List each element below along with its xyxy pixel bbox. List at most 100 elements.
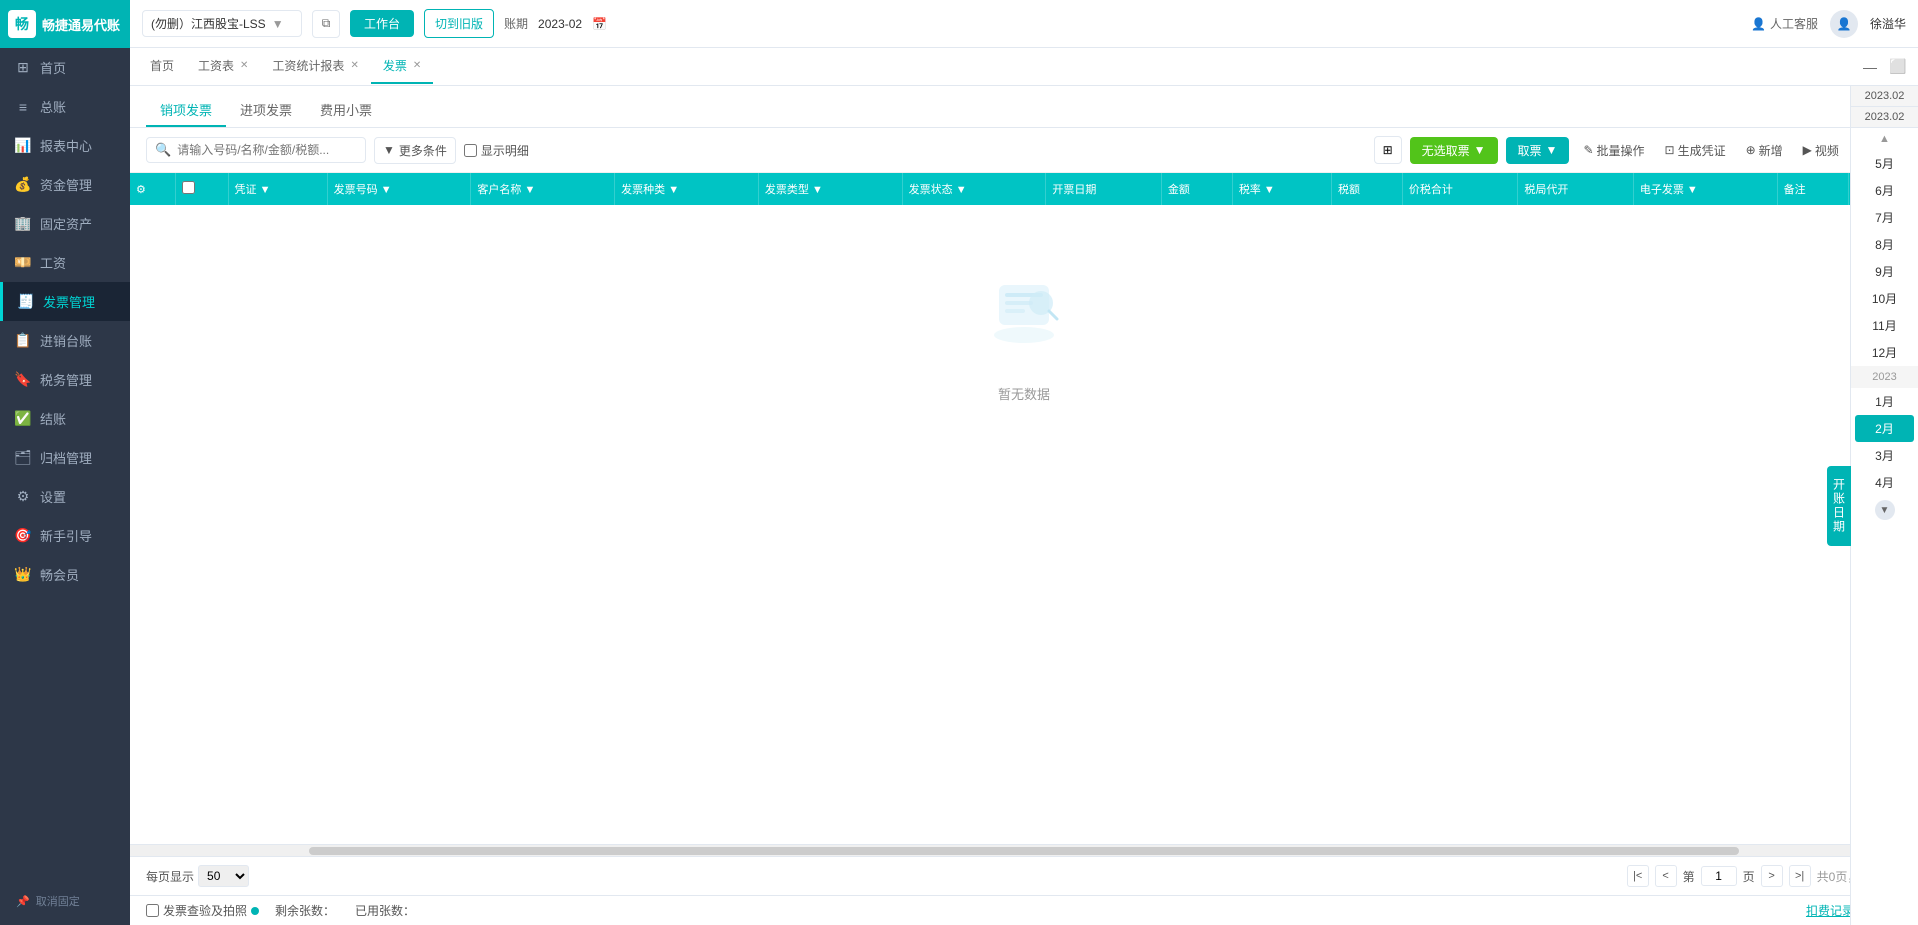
scrollbar-horizontal[interactable] [130, 844, 1918, 856]
show-detail-checkbox[interactable]: 显示明细 [464, 142, 529, 159]
col-invoice-type[interactable]: 发票种类 ▼ [615, 173, 759, 205]
take-ticket-button[interactable]: 取票 ▼ [1506, 137, 1570, 164]
tab-salary-stats-close-icon[interactable]: ✕ [350, 60, 358, 71]
support-button[interactable]: 👤 人工客服 [1751, 15, 1818, 32]
tab-salary-close-icon[interactable]: ✕ [240, 60, 248, 71]
date-panel-month-6[interactable]: 6月 [1851, 177, 1918, 204]
select-all-checkbox[interactable] [182, 181, 195, 194]
tab-minimize-button[interactable]: — [1858, 55, 1882, 79]
tab-salary-stats-label: 工资统计报表 [272, 57, 344, 74]
sidebar-item-label: 报表中心 [40, 136, 92, 155]
sidebar-item-invoice[interactable]: 🧾 发票管理 [0, 282, 130, 321]
unpin-button[interactable]: 📌 取消固定 [10, 887, 120, 915]
tab-invoice[interactable]: 发票 ✕ [371, 49, 433, 84]
verify-label: 发票查验及拍照 [146, 902, 259, 919]
tab-home[interactable]: 首页 [138, 49, 186, 84]
col-remark[interactable]: 备注 [1777, 173, 1848, 205]
page-size-dropdown[interactable]: 50 20 100 [198, 865, 249, 887]
deduction-records-link[interactable]: 扣费记录 [1806, 902, 1854, 919]
sidebar-item-assets[interactable]: 🏢 固定资产 [0, 204, 130, 243]
company-selector[interactable]: (勿删）江西股宝-LSS ▼ [142, 10, 302, 37]
date-panel-month-7[interactable]: 7月 [1851, 204, 1918, 231]
sidebar-item-archive[interactable]: 🗂 归档管理 [0, 438, 130, 477]
sidebar-item-settings[interactable]: ⚙ 设置 [0, 477, 130, 516]
sidebar-item-salary[interactable]: 💴 工资 [0, 243, 130, 282]
empty-icon [979, 265, 1069, 372]
video-button[interactable]: ▶ 视频 [1797, 138, 1845, 163]
col-invoice-no[interactable]: 发票号码 ▼ [327, 173, 471, 205]
date-panel-month-8[interactable]: 8月 [1851, 231, 1918, 258]
date-panel-month-10[interactable]: 10月 [1851, 285, 1918, 312]
sidebar-item-ledger[interactable]: ≡ 总账 [0, 87, 130, 126]
verify-checkbox[interactable] [146, 904, 159, 917]
calendar-icon[interactable]: 📅 [592, 17, 607, 31]
col-tax-code[interactable]: 税局代开 [1518, 173, 1633, 205]
sidebar-item-member[interactable]: 👑 畅会员 [0, 555, 130, 594]
subtab-sales-invoice[interactable]: 销项发票 [146, 94, 226, 127]
sidebar-item-sales[interactable]: 📋 进销台账 [0, 321, 130, 360]
col-tax-total[interactable]: 价税合计 [1402, 173, 1517, 205]
switch-version-button[interactable]: 切到旧版 [424, 9, 494, 38]
salary-icon: 💴 [14, 254, 32, 271]
date-panel-month-9[interactable]: 9月 [1851, 258, 1918, 285]
batch-ops-button[interactable]: ✎ 批量操作 [1577, 138, 1650, 163]
sidebar-item-guide[interactable]: 🎯 新手引导 [0, 516, 130, 555]
sidebar-item-funds[interactable]: 💰 资金管理 [0, 165, 130, 204]
date-panel-month-5[interactable]: 5月 [1851, 150, 1918, 177]
copy-button[interactable]: ⧉ [312, 10, 340, 38]
col-amount[interactable]: 金额 [1161, 173, 1232, 205]
grid-view-button[interactable]: ⊞ [1374, 136, 1402, 164]
verify-text: 发票查验及拍照 [163, 902, 247, 919]
col-open-date[interactable]: 开票日期 [1046, 173, 1161, 205]
first-page-button[interactable]: |< [1627, 865, 1649, 887]
subtab-purchase-invoice[interactable]: 进项发票 [226, 94, 306, 127]
main-area: (勿删）江西股宝-LSS ▼ ⧉ 工作台 切到旧版 账期 2023-02 📅 👤… [130, 0, 1918, 925]
date-panel-scroll-down[interactable]: ▼ [1875, 500, 1895, 520]
tab-salary-sheet[interactable]: 工资表 ✕ [186, 49, 260, 84]
show-detail-input[interactable] [464, 144, 477, 157]
prev-page-button[interactable]: < [1655, 865, 1677, 887]
date-panel-month-11[interactable]: 11月 [1851, 312, 1918, 339]
col-invoice-category[interactable]: 发票类型 ▼ [758, 173, 902, 205]
gen-voucher-icon: ⊡ [1665, 143, 1675, 157]
col-voucher[interactable]: 凭证 ▼ [228, 173, 327, 205]
col-checkbox[interactable] [175, 173, 228, 205]
date-panel-2023-month-3[interactable]: 3月 [1851, 442, 1918, 469]
video-label: 视频 [1815, 142, 1839, 159]
period-label: 账期 [504, 15, 528, 32]
support-icon: 👤 [1751, 17, 1766, 31]
gen-voucher-button[interactable]: ⊡ 生成凭证 [1659, 138, 1732, 163]
open-date-panel-button[interactable]: 开账日期 [1827, 466, 1851, 546]
workspace-button[interactable]: 工作台 [350, 10, 414, 37]
col-customer[interactable]: 客户名称 ▼ [471, 173, 615, 205]
next-page-button[interactable]: > [1761, 865, 1783, 887]
tab-salary-stats[interactable]: 工资统计报表 ✕ [260, 49, 370, 84]
page-input[interactable] [1701, 866, 1737, 886]
user-name[interactable]: 徐溢华 [1870, 15, 1906, 32]
col-tax[interactable]: 税额 [1331, 173, 1402, 205]
last-page-button[interactable]: >| [1789, 865, 1811, 887]
sidebar-item-close[interactable]: ✅ 结账 [0, 399, 130, 438]
new-button[interactable]: ⊕ 新增 [1740, 138, 1789, 163]
more-conditions-button[interactable]: ▼ 更多条件 [374, 137, 456, 164]
date-panel-2023-month-1[interactable]: 1月 [1851, 388, 1918, 415]
search-box[interactable]: 🔍 [146, 137, 366, 163]
date-panel-2023-month-4[interactable]: 4月 [1851, 469, 1918, 496]
col-e-invoice[interactable]: 电子发票 ▼ [1633, 173, 1777, 205]
search-input[interactable] [177, 143, 357, 157]
col-settings[interactable]: ⚙ [130, 173, 175, 205]
page-size-select[interactable]: 每页显示 50 20 100 [146, 865, 249, 887]
col-tax-rate[interactable]: 税率 ▼ [1232, 173, 1331, 205]
no-selection-button[interactable]: 无选取票 ▼ [1410, 137, 1498, 164]
avatar: 👤 [1830, 10, 1858, 38]
date-panel-scroll-up[interactable]: ▲ [1851, 128, 1918, 150]
sidebar-item-tax[interactable]: 🔖 税务管理 [0, 360, 130, 399]
col-invoice-status[interactable]: 发票状态 ▼ [902, 173, 1046, 205]
sidebar-item-home[interactable]: ⊞ 首页 [0, 48, 130, 87]
date-panel-month-12[interactable]: 12月 [1851, 339, 1918, 366]
tab-invoice-close-icon[interactable]: ✕ [413, 60, 421, 71]
sidebar-item-reports[interactable]: 📊 报表中心 [0, 126, 130, 165]
date-panel-2023-month-2[interactable]: 2月 [1855, 415, 1914, 442]
tab-maximize-button[interactable]: ⬜ [1886, 55, 1910, 79]
subtab-expense-receipt[interactable]: 费用小票 [306, 94, 386, 127]
